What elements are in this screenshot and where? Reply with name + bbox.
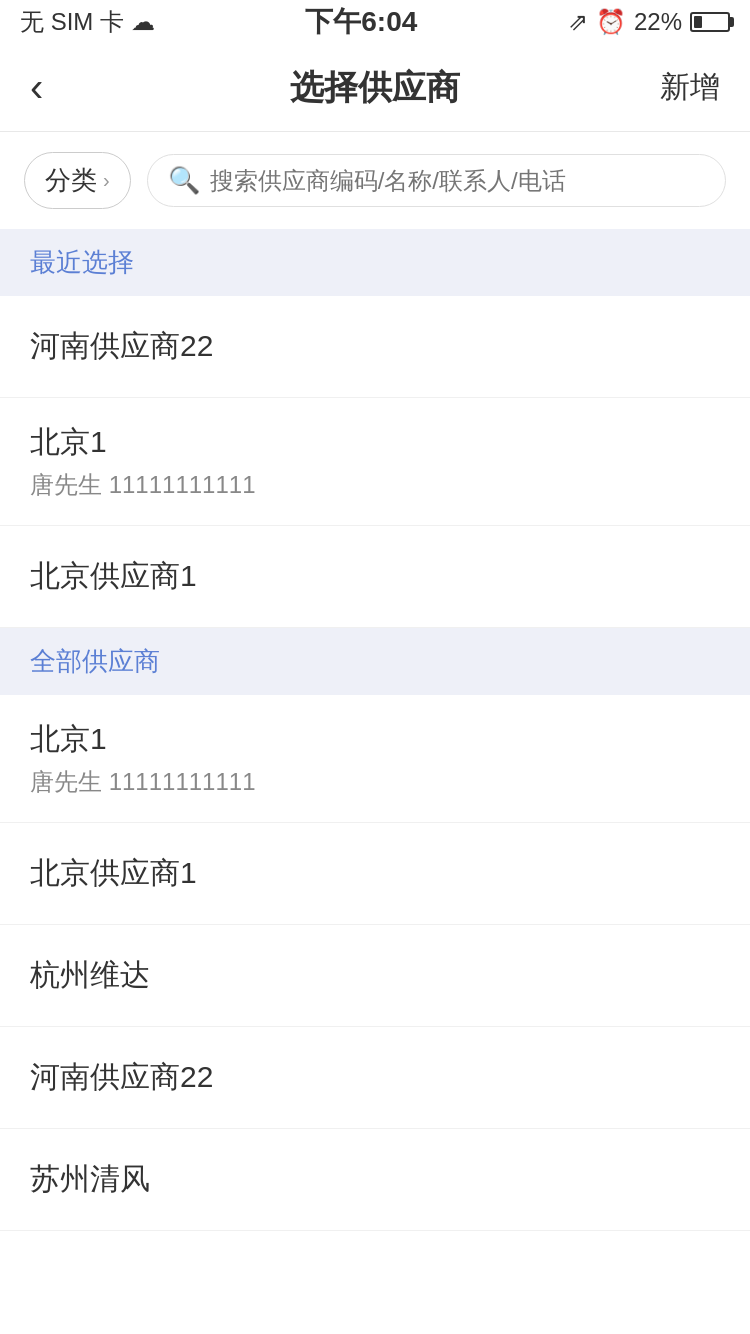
item-name: 河南供应商22	[30, 326, 720, 367]
sim-status: 无 SIM 卡 ☁	[20, 6, 155, 38]
status-right: ⇗ ⏰ 22%	[568, 8, 730, 36]
list-item[interactable]: 河南供应商22	[0, 1027, 750, 1129]
search-input[interactable]	[210, 167, 705, 195]
item-name: 杭州维达	[30, 955, 720, 996]
list-item[interactable]: 杭州维达	[0, 925, 750, 1027]
category-button[interactable]: 分类 ›	[24, 152, 131, 209]
all-section-header: 全部供应商	[0, 628, 750, 695]
item-name: 北京供应商1	[30, 853, 720, 894]
battery-text: 22%	[634, 8, 682, 36]
item-contact: 唐先生 11111111111	[30, 766, 720, 798]
back-button[interactable]: ‹	[30, 65, 90, 110]
chevron-down-icon: ›	[103, 169, 110, 192]
list-item[interactable]: 河南供应商22	[0, 296, 750, 398]
battery-icon	[690, 12, 730, 32]
item-name: 北京1	[30, 719, 720, 760]
filter-bar: 分类 › 🔍	[0, 132, 750, 229]
item-name: 苏州清风	[30, 1159, 720, 1200]
recent-items-list: 河南供应商22 北京1 唐先生 11111111111 北京供应商1	[0, 296, 750, 628]
all-items-list: 北京1 唐先生 11111111111 北京供应商1 杭州维达河南供应商22 苏州清…	[0, 695, 750, 1231]
status-bar: 无 SIM 卡 ☁ 下午6:04 ⇗ ⏰ 22%	[0, 0, 750, 44]
list-item[interactable]: 苏州清风	[0, 1129, 750, 1231]
search-icon: 🔍	[168, 165, 200, 196]
item-name: 北京供应商1	[30, 556, 720, 597]
status-time: 下午6:04	[305, 3, 417, 41]
recent-section-header: 最近选择	[0, 229, 750, 296]
list-item[interactable]: 北京1 唐先生 11111111111	[0, 695, 750, 823]
list-item[interactable]: 北京供应商1	[0, 823, 750, 925]
item-name: 河南供应商22	[30, 1057, 720, 1098]
search-box: 🔍	[147, 154, 726, 207]
list-item[interactable]: 北京1 唐先生 11111111111	[0, 398, 750, 526]
item-name: 北京1	[30, 422, 720, 463]
page-title: 选择供应商	[290, 65, 460, 111]
list-item[interactable]: 北京供应商1	[0, 526, 750, 628]
add-button[interactable]: 新增	[660, 67, 720, 108]
item-contact: 唐先生 11111111111	[30, 469, 720, 501]
nav-bar: ‹ 选择供应商 新增	[0, 44, 750, 132]
category-label: 分类	[45, 163, 97, 198]
status-left: 无 SIM 卡 ☁	[20, 6, 155, 38]
location-icon: ⇗	[568, 8, 588, 36]
alarm-icon: ⏰	[596, 8, 626, 36]
